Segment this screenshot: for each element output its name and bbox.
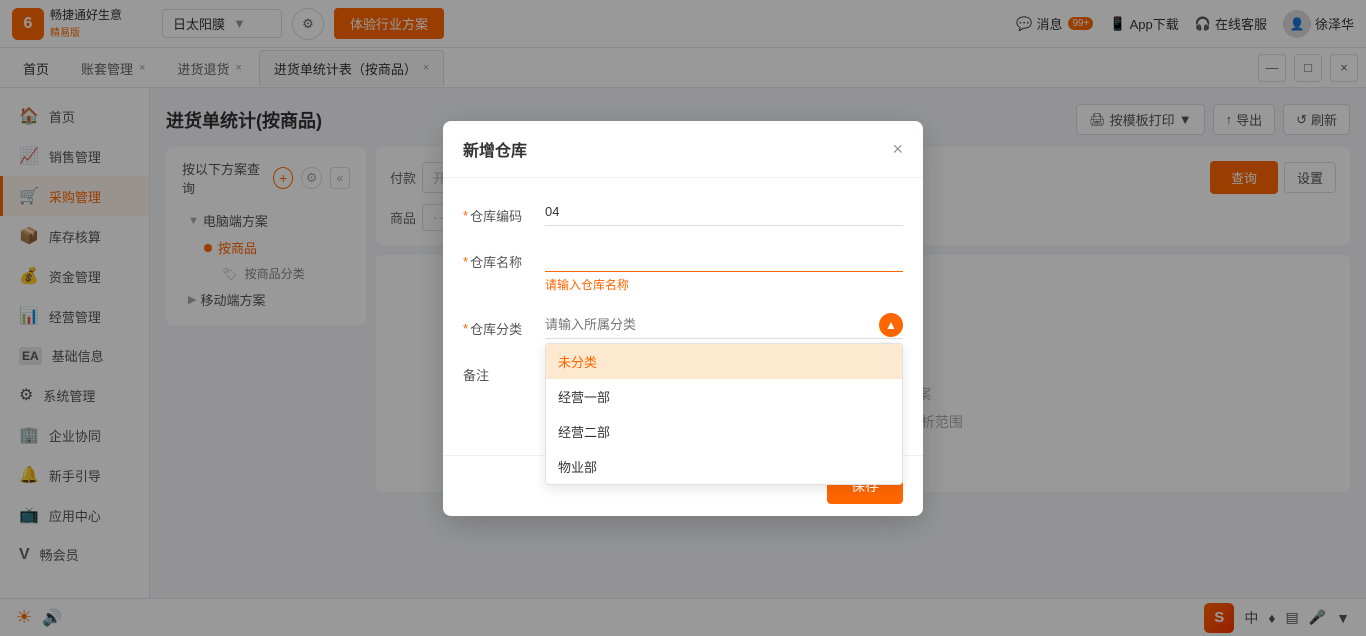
category-option-uncategorized[interactable]: 未分类 [546, 344, 902, 379]
new-warehouse-dialog: 新增仓库 × * 仓库编码 * 仓库名称 [443, 121, 923, 516]
category-field: ▲ 未分类 经营一部 经营二部 物业部 [545, 311, 903, 339]
name-input[interactable] [545, 244, 903, 272]
code-input[interactable] [545, 198, 903, 226]
warehouse-category-row: * 仓库分类 ▲ 未分类 经营一部 经营二部 物业部 [463, 311, 903, 339]
dialog-header: 新增仓库 × [443, 121, 923, 178]
warehouse-code-row: * 仓库编码 [463, 198, 903, 226]
category-label: * 仓库分类 [463, 311, 533, 338]
remarks-label: 备注 [463, 357, 533, 384]
category-dropdown-toggle[interactable]: ▲ [879, 313, 903, 337]
name-error-msg: 请输入仓库名称 [545, 276, 903, 293]
dialog-body: * 仓库编码 * 仓库名称 请输入仓库名称 [443, 178, 923, 455]
name-label: * 仓库名称 [463, 244, 533, 271]
category-input[interactable] [545, 311, 903, 339]
code-field [545, 198, 903, 226]
dialog-close-btn[interactable]: × [892, 140, 903, 158]
name-field: 请输入仓库名称 [545, 244, 903, 293]
category-option-dept2[interactable]: 经营二部 [546, 414, 902, 449]
modal-overlay: 新增仓库 × * 仓库编码 * 仓库名称 [0, 0, 1366, 636]
category-dropdown-list: 未分类 经营一部 经营二部 物业部 [545, 343, 903, 485]
dialog-title: 新增仓库 [463, 137, 527, 161]
warehouse-name-row: * 仓库名称 请输入仓库名称 [463, 244, 903, 293]
code-label: * 仓库编码 [463, 198, 533, 225]
category-option-dept1[interactable]: 经营一部 [546, 379, 902, 414]
category-option-property[interactable]: 物业部 [546, 449, 902, 484]
